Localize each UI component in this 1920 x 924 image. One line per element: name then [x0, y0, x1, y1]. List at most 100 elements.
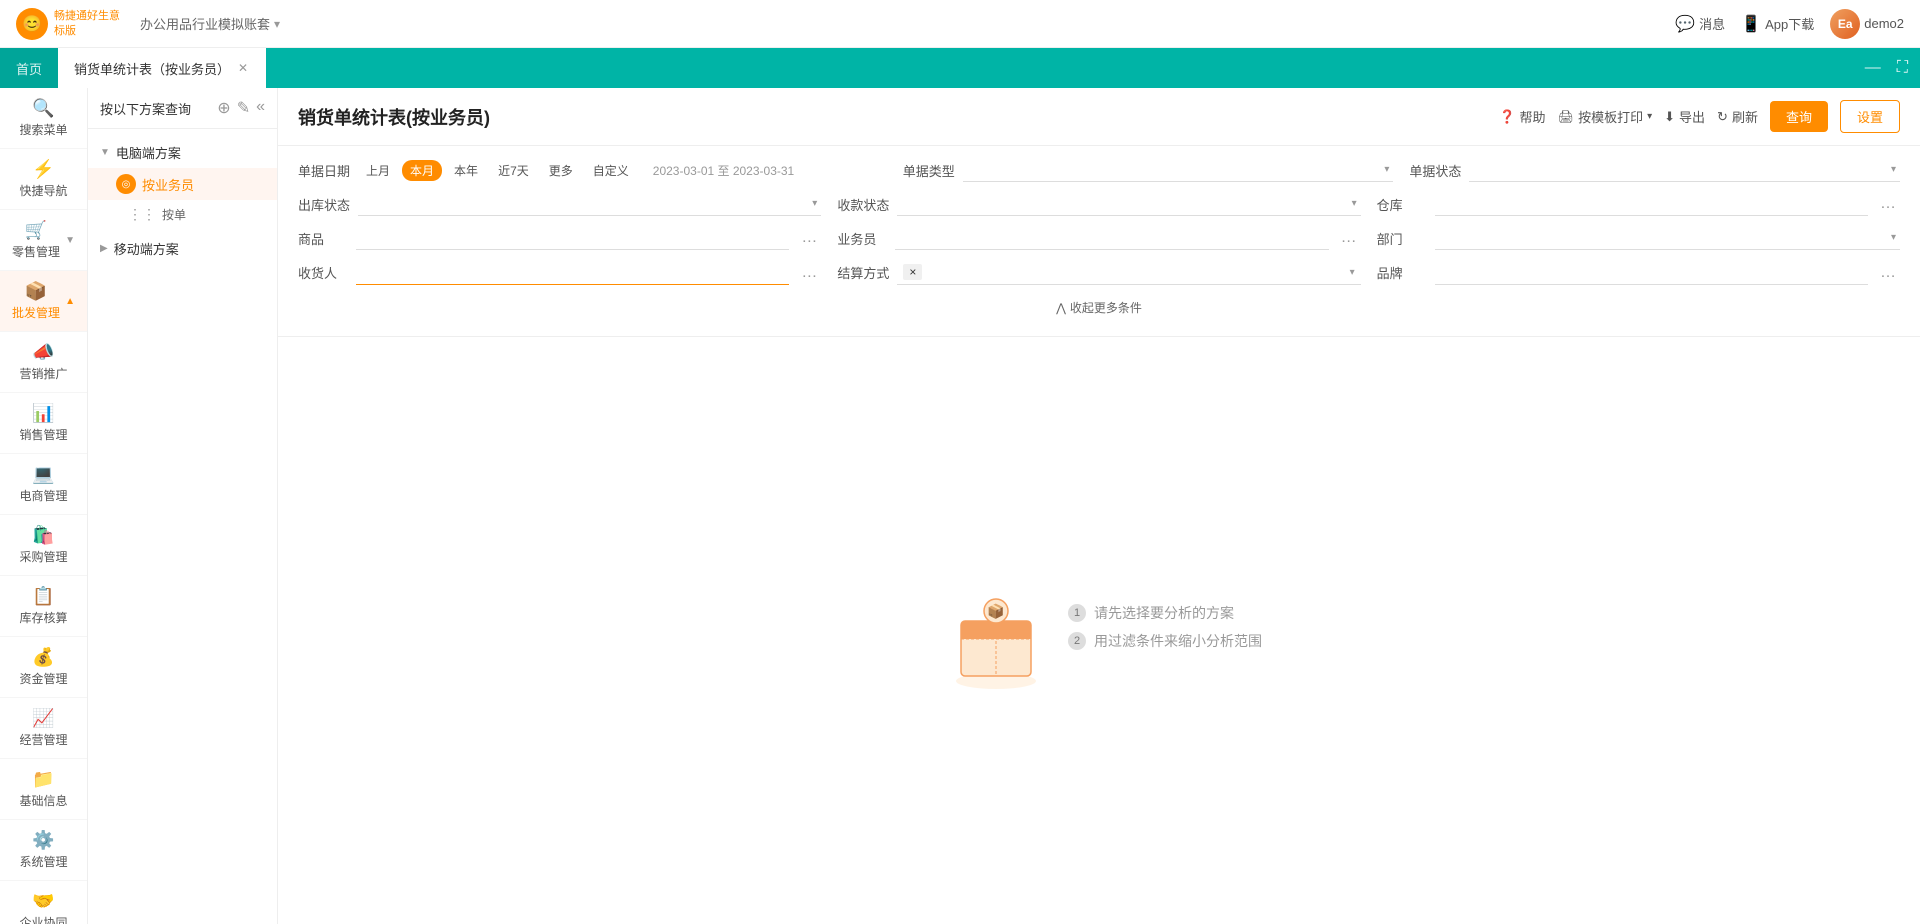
active-scheme-icon: ◎ [116, 174, 136, 194]
page-actions: ❓ 帮助 🖨 按模板打印 ▾ ⬇ 导出 ↻ 刷新 查询 [1499, 100, 1900, 133]
tab-bar: 首页 销货单统计表（按业务员） ✕ — ⛶ [0, 48, 1920, 88]
warehouse-input[interactable] [1435, 192, 1868, 216]
tree-arrow-icon: ▼ [100, 147, 110, 158]
ecommerce-icon: 💻 [4, 464, 83, 485]
tree-item-by-salesperson[interactable]: ◎ 按业务员 [88, 168, 277, 200]
tab-minimize-icon[interactable]: — [1861, 55, 1885, 81]
sidebar-item-sales[interactable]: 📊 销售管理 [0, 393, 87, 454]
sidebar-item-finance[interactable]: 💰 资金管理 [0, 637, 87, 698]
filter-collect-status: 收款状态 ▾ [837, 192, 1360, 216]
empty-instructions: 1 请先选择要分析的方案 2 用过滤条件来缩小分析范围 [1068, 603, 1262, 659]
receiver-input[interactable] [356, 261, 789, 285]
top-header: 😊 畅捷通好生意 标版 办公用品行业模拟账套 ▾ 💬 消息 📱 App下载 Ea… [0, 0, 1920, 48]
salesperson-input[interactable] [895, 226, 1328, 250]
goods-input[interactable] [356, 226, 789, 250]
goods-dots-icon[interactable]: … [797, 229, 821, 247]
shortcuts-icon: ⚡ [4, 159, 83, 180]
collapse-button[interactable]: ⋀ 收起更多条件 [1040, 295, 1158, 320]
print-button[interactable]: 🖨 按模板打印 ▾ [1558, 107, 1653, 126]
sidebar-item-inventory[interactable]: 📋 库存核算 [0, 576, 87, 637]
sidebar-item-collab[interactable]: 🤝 企业协同 [0, 881, 87, 924]
dept-input[interactable] [1435, 226, 1900, 249]
filter-out-status: 出库状态 ▾ [298, 192, 821, 216]
receiver-label: 收货人 [298, 263, 348, 282]
sidebar-item-system[interactable]: ⚙️ 系统管理 [0, 820, 87, 881]
scheme-panel-actions: ⊕ ✎ « [217, 98, 265, 118]
receiver-dots-icon[interactable]: … [797, 264, 821, 282]
sidebar: 🔍 搜索菜单 ⚡ 快捷导航 🛒 零售管理 ▼ 📦 批发管理 ▲ 📣 营销推广 [0, 88, 88, 924]
tree-group-mobile-header[interactable]: ▶ 移动端方案 [88, 233, 277, 264]
out-status-select-wrap: ▾ [358, 192, 821, 216]
mobile-icon: 📱 [1741, 14, 1761, 34]
doc-status-input[interactable] [1469, 158, 1900, 181]
app-download-action[interactable]: 📱 App下载 [1741, 14, 1814, 34]
date-tabs-container: 上月 本月 本年 近7天 更多 自定义 2023-03-01 至 2023-03… [358, 160, 887, 181]
retail-icon: 🛒 [12, 220, 60, 241]
avatar: Ea [1830, 9, 1860, 39]
step1-text: 请先选择要分析的方案 [1094, 603, 1234, 623]
content-area: 销货单统计表(按业务员) ❓ 帮助 🖨 按模板打印 ▾ ⬇ 导出 ↻ 刷新 [278, 88, 1920, 924]
settle-chevron-icon: ▾ [1350, 267, 1355, 278]
sidebar-item-purchase[interactable]: 🛍️ 采购管理 [0, 515, 87, 576]
salesperson-dots-icon[interactable]: … [1337, 229, 1361, 247]
system-icon: ⚙️ [4, 830, 83, 851]
collect-status-select-wrap: ▾ [897, 192, 1360, 216]
brand-dots-icon[interactable]: … [1876, 264, 1900, 282]
doc-type-input[interactable] [963, 158, 1394, 181]
step2-num: 2 [1068, 632, 1086, 650]
collect-status-input[interactable] [897, 192, 1360, 215]
tree-item-by-order[interactable]: ⋮⋮ 按单 [88, 200, 277, 229]
sidebar-item-basics[interactable]: 📁 基础信息 [0, 759, 87, 820]
step2-text: 用过滤条件来缩小分析范围 [1094, 631, 1262, 651]
sidebar-item-marketing[interactable]: 📣 营销推广 [0, 332, 87, 393]
doc-status-label: 单据状态 [1409, 161, 1461, 180]
date-tab-this-month[interactable]: 本月 [402, 160, 442, 181]
date-tab-custom[interactable]: 自定义 [585, 160, 637, 181]
date-label: 单据日期 [298, 161, 350, 180]
tree-group-pc: ▼ 电脑端方案 ◎ 按业务员 ⋮⋮ 按单 [88, 137, 277, 229]
date-tab-7days[interactable]: 近7天 [490, 160, 537, 181]
sidebar-item-operations[interactable]: 📈 经营管理 [0, 698, 87, 759]
inventory-icon: 📋 [4, 586, 83, 607]
tab-maximize-icon[interactable]: ⛶ [1893, 55, 1912, 81]
edit-scheme-button[interactable]: ✎ [237, 98, 250, 118]
operations-icon: 📈 [4, 708, 83, 729]
date-tabs: 上月 本月 本年 近7天 更多 自定义 [358, 160, 637, 181]
settle-tag: × [903, 264, 922, 280]
brand-input[interactable] [1435, 261, 1868, 285]
tree-group-pc-header[interactable]: ▼ 电脑端方案 [88, 137, 277, 168]
order-icon: ⋮⋮ [128, 206, 156, 223]
sales-label: 业务员 [837, 229, 887, 248]
add-scheme-button[interactable]: ⊕ [217, 98, 230, 118]
sidebar-item-search[interactable]: 🔍 搜索菜单 [0, 88, 87, 149]
refresh-button[interactable]: ↻ 刷新 [1717, 107, 1758, 126]
warehouse-dots-icon[interactable]: … [1876, 195, 1900, 213]
print-icon: 🖨 [1558, 109, 1575, 125]
date-tab-more[interactable]: 更多 [541, 160, 581, 181]
collapse-scheme-button[interactable]: « [256, 98, 265, 118]
tab-home[interactable]: 首页 [0, 48, 58, 88]
doc-status-select-wrap: ▾ [1469, 158, 1900, 182]
date-tab-last-month[interactable]: 上月 [358, 160, 398, 181]
sidebar-item-wholesale[interactable]: 📦 批发管理 ▲ [0, 271, 87, 332]
export-button[interactable]: ⬇ 导出 [1664, 107, 1705, 126]
settings-button[interactable]: 设置 [1840, 100, 1900, 133]
date-tab-this-year[interactable]: 本年 [446, 160, 486, 181]
svg-text:📦: 📦 [987, 603, 1004, 620]
collab-icon: 🤝 [4, 891, 83, 912]
sidebar-item-ecommerce[interactable]: 💻 电商管理 [0, 454, 87, 515]
tab-close-icon[interactable]: ✕ [236, 59, 250, 77]
scheme-tree: ▼ 电脑端方案 ◎ 按业务员 ⋮⋮ 按单 ▶ 移动端方案 [88, 129, 277, 924]
query-button[interactable]: 查询 [1770, 101, 1828, 132]
user-area[interactable]: Ea demo2 [1830, 9, 1904, 39]
header-right: 💬 消息 📱 App下载 Ea demo2 [1675, 9, 1904, 39]
help-button[interactable]: ❓ 帮助 [1499, 107, 1545, 126]
sidebar-item-shortcuts[interactable]: ⚡ 快捷导航 [0, 149, 87, 210]
sidebar-item-retail[interactable]: 🛒 零售管理 ▼ [0, 210, 87, 271]
out-status-input[interactable] [358, 192, 821, 215]
tab-sales-stat[interactable]: 销货单统计表（按业务员） ✕ [58, 48, 266, 88]
help-icon: ❓ [1499, 109, 1515, 125]
step1-num: 1 [1068, 604, 1086, 622]
message-action[interactable]: 💬 消息 [1675, 14, 1725, 34]
breadcrumb-text: 办公用品行业模拟账套 [140, 14, 270, 33]
